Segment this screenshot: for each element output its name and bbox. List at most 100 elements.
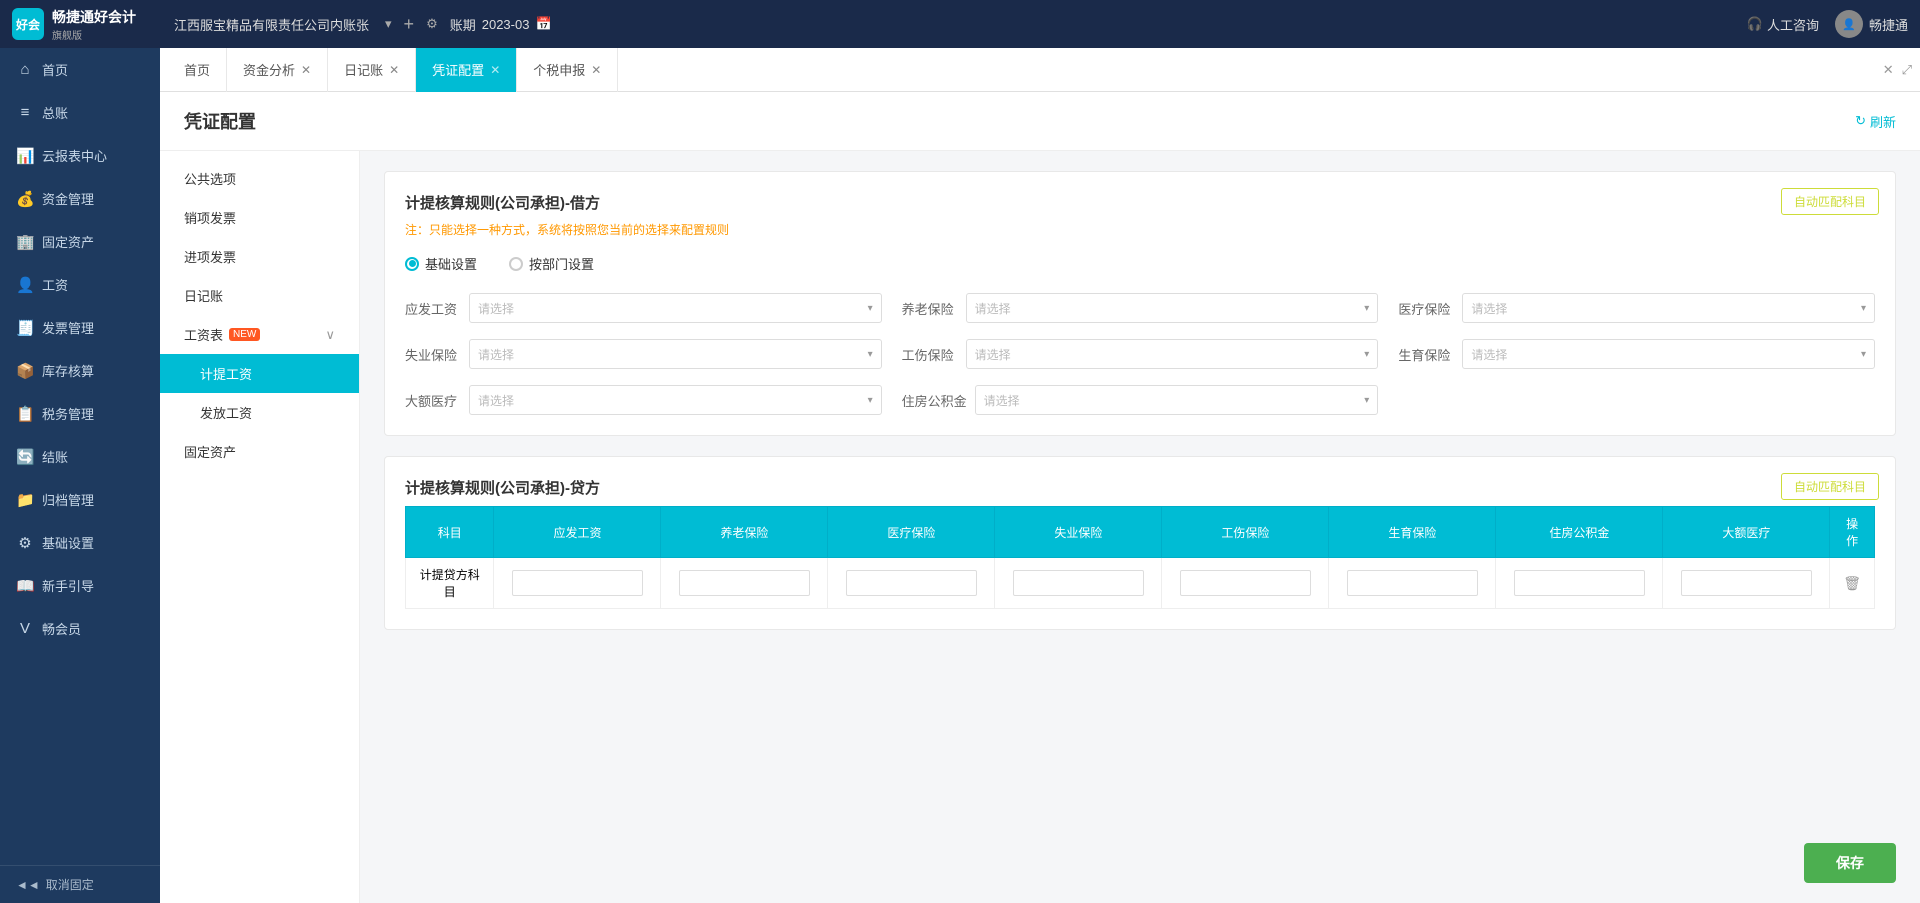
- sidebar-item-tax[interactable]: 📋 税务管理: [0, 392, 160, 435]
- close-window-icon[interactable]: ✕: [1883, 62, 1894, 78]
- page-title: 凭证配置: [184, 108, 256, 134]
- company-dropdown-arrow[interactable]: ▾: [385, 16, 392, 32]
- tab-voucher-config[interactable]: 凭证配置 ✕: [416, 48, 517, 92]
- field-injury: 工伤保险 请选择 ▾: [902, 339, 1379, 369]
- sidebar-item-archive[interactable]: 📁 归档管理: [0, 478, 160, 521]
- tab-funds-label: 资金分析: [243, 60, 295, 79]
- sidebar-item-inventory[interactable]: 📦 库存核算: [0, 349, 160, 392]
- sidebar-item-settings[interactable]: ⚙ 基础设置: [0, 521, 160, 564]
- input-big-medical[interactable]: [1681, 570, 1812, 596]
- tab-funds-close[interactable]: ✕: [301, 63, 311, 77]
- sidebar-label-invoice: 发票管理: [42, 318, 94, 337]
- save-button[interactable]: 保存: [1804, 843, 1896, 883]
- tab-funds-analysis[interactable]: 资金分析 ✕: [227, 48, 328, 92]
- field-pension-select[interactable]: 请选择 ▾: [966, 293, 1379, 323]
- calendar-icon[interactable]: 📅: [535, 16, 551, 32]
- sidebar-label-home: 首页: [42, 60, 68, 79]
- tab-home[interactable]: 首页: [168, 48, 227, 92]
- left-nav-journal[interactable]: 日记账: [160, 276, 359, 315]
- tab-voucher-close[interactable]: ✕: [490, 63, 500, 77]
- refresh-button[interactable]: ↻ 刷新: [1855, 112, 1896, 131]
- top-bar-actions: 🎧 人工咨询 👤 畅捷通: [1747, 10, 1908, 38]
- sidebar-item-funds[interactable]: 💰 资金管理: [0, 177, 160, 220]
- cell-big-medical: [1663, 558, 1830, 609]
- ledger-icon: ≡: [16, 104, 34, 121]
- left-nav-pay-salary[interactable]: 发放工资: [160, 393, 359, 432]
- sidebar-item-guide[interactable]: 📖 新手引导: [0, 564, 160, 607]
- cancel-fixed-button[interactable]: ◄◄ 取消固定: [0, 865, 160, 903]
- credit-auto-match-button[interactable]: 自动匹配科目: [1781, 473, 1879, 500]
- field-maternity-select[interactable]: 请选择 ▾: [1462, 339, 1875, 369]
- settings-icon[interactable]: ⚙: [426, 16, 438, 32]
- field-medical-select[interactable]: 请选择 ▾: [1462, 293, 1875, 323]
- input-injury[interactable]: [1180, 570, 1311, 596]
- tab-journal[interactable]: 日记账 ✕: [328, 48, 416, 92]
- ai-consult-button[interactable]: 🎧 人工咨询: [1747, 15, 1819, 34]
- sidebar-label-tax: 税务管理: [42, 404, 94, 423]
- tab-tax-declaration[interactable]: 个税申报 ✕: [517, 48, 618, 92]
- radio-by-dept-circle: [509, 257, 523, 271]
- top-bar: 好会 畅捷通好会计 旗舰版 江西服宝精品有限责任公司内账张 ▾ + ⚙ 账期 2…: [0, 0, 1920, 48]
- expand-salary-table-arrow[interactable]: ∨: [325, 327, 335, 343]
- sidebar-label-salary: 工资: [42, 275, 68, 294]
- col-injury: 工伤保险: [1162, 507, 1329, 558]
- radio-group: 基础设置 按部门设置: [405, 254, 1875, 273]
- field-pension-placeholder: 请选择: [975, 300, 1011, 317]
- cancel-fixed-icon: ◄◄: [16, 878, 40, 892]
- field-unemployment-select[interactable]: 请选择 ▾: [469, 339, 882, 369]
- sidebar-item-salary[interactable]: 👤 工资: [0, 263, 160, 306]
- input-pension[interactable]: [679, 570, 810, 596]
- left-nav-accrue-salary[interactable]: 计提工资: [160, 354, 359, 393]
- debit-section: 计提核算规则(公司承担)-借方 注：只能选择一种方式，系统将按照您当前的选择来配…: [384, 171, 1896, 436]
- tab-tax-close[interactable]: ✕: [591, 63, 601, 77]
- input-wage[interactable]: [512, 570, 643, 596]
- input-maternity[interactable]: [1347, 570, 1478, 596]
- sidebar-item-ledger[interactable]: ≡ 总账: [0, 91, 160, 134]
- field-housing-fund-select[interactable]: 请选择 ▾: [975, 385, 1379, 415]
- left-nav-fixed-assets-label: 固定资产: [184, 442, 236, 461]
- sidebar-item-assets[interactable]: 🏢 固定资产: [0, 220, 160, 263]
- col-big-medical: 大额医疗: [1663, 507, 1830, 558]
- refresh-icon: ↻: [1855, 113, 1866, 129]
- input-medical[interactable]: [846, 570, 977, 596]
- input-housing[interactable]: [1514, 570, 1645, 596]
- credit-section-title: 计提核算规则(公司承担)-贷方: [405, 477, 1875, 498]
- add-tab-button[interactable]: +: [404, 14, 415, 35]
- field-injury-select[interactable]: 请选择 ▾: [966, 339, 1379, 369]
- tab-journal-close[interactable]: ✕: [389, 63, 399, 77]
- left-nav-purchase-invoice[interactable]: 进项发票: [160, 237, 359, 276]
- left-nav-salary-table[interactable]: 工资表 NEW ∨: [160, 315, 359, 354]
- tab-voucher-label: 凭证配置: [432, 60, 484, 79]
- left-nav-sales-label: 销项发票: [184, 208, 236, 227]
- account-info: 👤 畅捷通: [1835, 10, 1908, 38]
- left-nav-journal-label: 日记账: [184, 286, 223, 305]
- radio-by-dept[interactable]: 按部门设置: [509, 254, 594, 273]
- page-header: 凭证配置 ↻ 刷新: [160, 92, 1920, 151]
- sidebar-item-closing[interactable]: 🔄 结账: [0, 435, 160, 478]
- sidebar-label-settings: 基础设置: [42, 533, 94, 552]
- sidebar-item-invoice[interactable]: 🧾 发票管理: [0, 306, 160, 349]
- sidebar-item-home[interactable]: ⌂ 首页: [0, 48, 160, 91]
- sidebar-item-vip[interactable]: V 畅会员: [0, 607, 160, 650]
- field-pension-label: 养老保险: [902, 299, 958, 318]
- cancel-fixed-label: 取消固定: [46, 876, 94, 893]
- radio-basic[interactable]: 基础设置: [405, 254, 477, 273]
- delete-row-icon[interactable]: 🗑: [1843, 575, 1861, 591]
- sidebar-item-reports[interactable]: 📊 云报表中心: [0, 134, 160, 177]
- left-nav-fixed-assets[interactable]: 固定资产: [160, 432, 359, 471]
- left-nav-sales-invoice[interactable]: 销项发票: [160, 198, 359, 237]
- sidebar-label-inventory: 库存核算: [42, 361, 94, 380]
- col-maternity: 生育保险: [1329, 507, 1496, 558]
- left-nav-public[interactable]: 公共选项: [160, 159, 359, 198]
- field-wage-select[interactable]: 请选择 ▾: [469, 293, 882, 323]
- debit-auto-match-button[interactable]: 自动匹配科目: [1781, 188, 1879, 215]
- cell-injury: [1162, 558, 1329, 609]
- input-unemployment[interactable]: [1013, 570, 1144, 596]
- content-area: 首页 资金分析 ✕ 日记账 ✕ 凭证配置 ✕ 个税申报 ✕ ✕ ⤢: [160, 48, 1920, 903]
- sidebar-label-ledger: 总账: [42, 103, 68, 122]
- expand-window-icon[interactable]: ⤢: [1902, 62, 1912, 78]
- cell-delete: 🗑: [1830, 558, 1875, 609]
- period-value: 2023-03: [482, 17, 530, 32]
- field-big-medical-select[interactable]: 请选择 ▾: [469, 385, 882, 415]
- col-subject: 科目: [406, 507, 494, 558]
